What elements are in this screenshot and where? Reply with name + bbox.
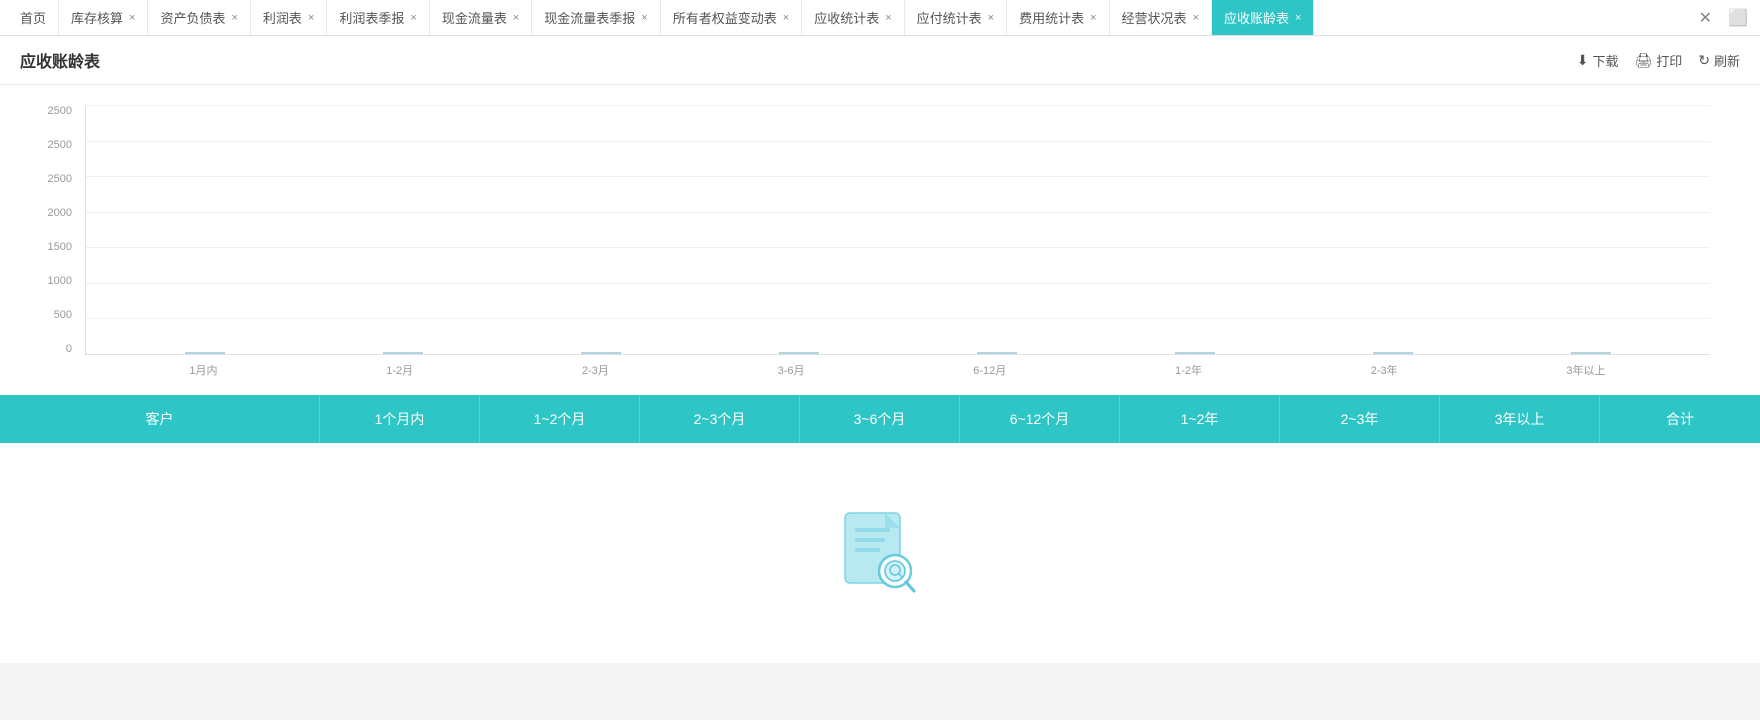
bar-group-1-2year (1175, 352, 1215, 354)
header-cell-customer: 客户 (0, 395, 320, 443)
x-label-2-3month: 2-3月 (582, 362, 609, 378)
y-label-2000: 2500 (48, 139, 72, 151)
download-button[interactable]: ⬇ 下载 (1577, 51, 1619, 70)
x-label-1-2year: 1-2年 (1175, 362, 1202, 378)
bar-group-1-2month (383, 352, 423, 354)
header-cell-6-12month: 6~12个月 (960, 395, 1120, 443)
close-icon[interactable]: × (1193, 12, 1199, 24)
bar-group-1month (185, 352, 225, 354)
window-controls: ✕ ⬜ (1695, 4, 1752, 32)
header-cell-3plus: 3年以上 (1440, 395, 1600, 443)
x-label-3-6month: 3-6月 (778, 362, 805, 378)
tab-equity[interactable]: 所有者权益变动表 × (661, 0, 802, 36)
bar-2-3month (581, 352, 621, 354)
y-label-2500a: 2500 (48, 105, 72, 117)
main-content: 2500 2500 2500 2000 1500 1000 500 0 (0, 85, 1760, 663)
close-icon[interactable]: × (641, 12, 647, 24)
chart-section: 2500 2500 2500 2000 1500 1000 500 0 (0, 85, 1760, 395)
tab-expense-stats[interactable]: 费用统计表 × (1007, 0, 1109, 36)
tab-inventory[interactable]: 库存核算 × (59, 0, 148, 36)
close-icon[interactable]: × (1295, 12, 1301, 24)
tab-cashflow-quarterly[interactable]: 现金流量表季报 × (532, 0, 660, 36)
y-label-500: 1500 (48, 241, 72, 253)
empty-state-icon (830, 503, 930, 603)
y-label-0a: 1000 (48, 275, 72, 287)
bar-group-3plus (1571, 352, 1611, 354)
x-label-1-2month: 1-2月 (386, 362, 413, 378)
chart-container: 2500 2500 2500 2000 1500 1000 500 0 (30, 105, 1730, 385)
tab-ar-aging[interactable]: 应收账龄表 × (1212, 0, 1314, 36)
tab-profit-quarterly[interactable]: 利润表季报 × (327, 0, 429, 36)
page-header: 应收账龄表 ⬇ 下载 🖨 打印 ↻ 刷新 (0, 36, 1760, 85)
header-cell-2-3month: 2~3个月 (640, 395, 800, 443)
close-window-icon[interactable]: ✕ (1695, 4, 1716, 32)
close-icon[interactable]: × (885, 12, 891, 24)
print-icon: 🖨 (1634, 52, 1652, 69)
download-icon: ⬇ (1577, 52, 1589, 69)
bar-group-3-6month (779, 352, 819, 354)
x-label-1month: 1月内 (189, 362, 217, 378)
x-label-3plus: 3年以上 (1566, 362, 1605, 378)
bar-group-2-3month (581, 352, 621, 354)
bar-group-2-3year (1373, 352, 1413, 354)
close-icon[interactable]: × (783, 12, 789, 24)
x-label-2-3year: 2-3年 (1371, 362, 1398, 378)
close-icon[interactable]: × (410, 12, 416, 24)
tab-profit[interactable]: 利润表 × (251, 0, 327, 36)
chart-y-axis: 2500 2500 2500 2000 1500 1000 500 0 (30, 105, 80, 355)
header-cell-1month: 1个月内 (320, 395, 480, 443)
bar-3plus (1571, 352, 1611, 354)
y-label-1000: 2000 (48, 207, 72, 219)
print-button[interactable]: 🖨 打印 (1634, 51, 1682, 70)
bar-6-12month (977, 352, 1017, 354)
tab-ap-stats[interactable]: 应付统计表 × (905, 0, 1007, 36)
close-icon[interactable]: × (129, 12, 135, 24)
close-icon[interactable]: × (1090, 12, 1096, 24)
bars-container (86, 105, 1710, 354)
bar-1month (185, 352, 225, 354)
bar-group-6-12month (977, 352, 1017, 354)
tab-bar: 首页 库存核算 × 资产负债表 × 利润表 × 利润表季报 × 现金流量表 × … (0, 0, 1760, 36)
bar-3-6month (779, 352, 819, 354)
bar-1-2month (383, 352, 423, 354)
close-icon[interactable]: × (988, 12, 994, 24)
close-icon[interactable]: × (308, 12, 314, 24)
header-cell-total: 合计 (1600, 395, 1760, 443)
y-label-1500: 2500 (48, 173, 72, 185)
close-icon[interactable]: × (231, 12, 237, 24)
x-labels: 1月内 1-2月 2-3月 3-6月 6-12月 1-2年 2-3年 3年以上 (85, 355, 1710, 385)
table-header: 客户 1个月内 1~2个月 2~3个月 3~6个月 6~12个月 1~2年 2~… (0, 395, 1760, 443)
close-icon[interactable]: × (513, 12, 519, 24)
header-cell-1-2year: 1~2年 (1120, 395, 1280, 443)
bar-1-2year (1175, 352, 1215, 354)
tab-home[interactable]: 首页 (8, 0, 59, 36)
tab-operations[interactable]: 经营状况表 × (1110, 0, 1212, 36)
tab-cashflow[interactable]: 现金流量表 × (430, 0, 532, 36)
header-cell-2-3year: 2~3年 (1280, 395, 1440, 443)
y-label-0b: 500 (54, 309, 72, 321)
y-label-0c: 0 (66, 343, 72, 355)
refresh-button[interactable]: ↻ 刷新 (1698, 51, 1740, 70)
header-actions: ⬇ 下载 🖨 打印 ↻ 刷新 (1577, 51, 1740, 70)
chart-area (85, 105, 1710, 355)
empty-state (0, 443, 1760, 663)
tab-ar-stats[interactable]: 应收统计表 × (802, 0, 904, 36)
bar-2-3year (1373, 352, 1413, 354)
x-label-6-12month: 6-12月 (973, 362, 1006, 378)
tab-balance[interactable]: 资产负债表 × (148, 0, 250, 36)
header-cell-3-6month: 3~6个月 (800, 395, 960, 443)
maximize-window-icon[interactable]: ⬜ (1724, 4, 1752, 32)
page-title: 应收账龄表 (20, 48, 100, 72)
refresh-icon: ↻ (1698, 52, 1710, 69)
header-cell-1-2month: 1~2个月 (480, 395, 640, 443)
